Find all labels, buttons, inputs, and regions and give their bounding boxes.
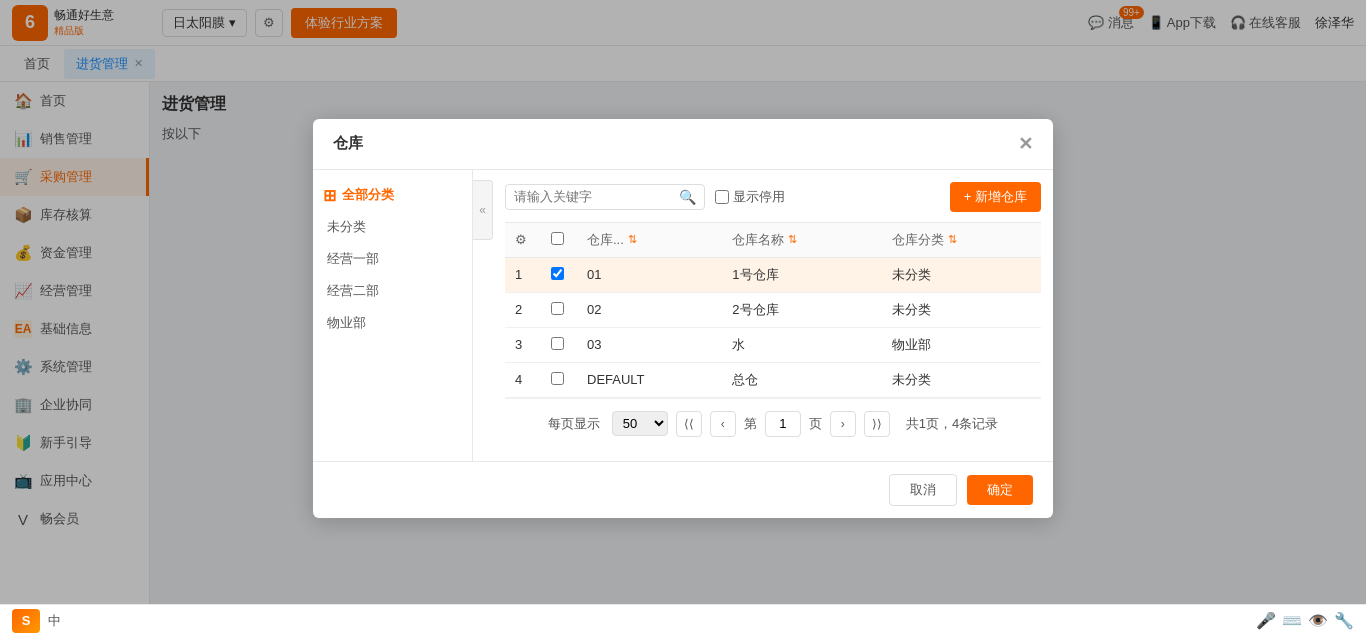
row-checkbox[interactable] [551, 302, 564, 315]
select-all-checkbox[interactable] [551, 232, 564, 245]
cell-category: 未分类 [882, 362, 1041, 397]
category-item-ops1[interactable]: 经营一部 [313, 243, 472, 275]
table-area: 🔍 显示停用 + 新增仓库 ⚙ [493, 170, 1053, 461]
tools-icon[interactable]: 🔧 [1334, 611, 1354, 630]
sort-code-icon: ⇅ [628, 233, 637, 246]
first-page-button[interactable]: ⟨⟨ [676, 411, 702, 437]
cell-code: 01 [577, 257, 722, 292]
table-toolbar: 🔍 显示停用 + 新增仓库 [505, 182, 1041, 212]
next-page-button[interactable]: › [830, 411, 856, 437]
modal-footer: 取消 确定 [313, 461, 1053, 518]
table-row[interactable]: 2 02 2号仓库 未分类 [505, 292, 1041, 327]
last-page-button[interactable]: ⟩⟩ [864, 411, 890, 437]
cell-name: 2号仓库 [722, 292, 881, 327]
keyboard-icon[interactable]: ⌨️ [1282, 611, 1302, 630]
row-checkbox[interactable] [551, 372, 564, 385]
cell-name: 总仓 [722, 362, 881, 397]
cell-checkbox [541, 292, 577, 327]
s-logo: S [12, 609, 40, 633]
search-icon: 🔍 [679, 189, 696, 205]
table-row[interactable]: 3 03 水 物业部 [505, 327, 1041, 362]
show-disabled-checkbox[interactable]: 显示停用 [715, 188, 785, 206]
col-category: 仓库分类 ⇅ [882, 222, 1041, 257]
cell-checkbox [541, 362, 577, 397]
col-settings: ⚙ [505, 222, 541, 257]
modal-title: 仓库 [333, 134, 363, 153]
col-code: 仓库... ⇅ [577, 222, 722, 257]
bottom-bar: S 中 🎤 ⌨️ 👁️ 🔧 [0, 604, 1366, 636]
cell-category: 物业部 [882, 327, 1041, 362]
table-row[interactable]: 1 01 1号仓库 未分类 [505, 257, 1041, 292]
modal-close-button[interactable]: ✕ [1018, 133, 1033, 155]
bottom-left: S 中 [12, 609, 61, 633]
cell-num: 3 [505, 327, 541, 362]
col-name: 仓库名称 ⇅ [722, 222, 881, 257]
row-checkbox[interactable] [551, 337, 564, 350]
cell-code: 02 [577, 292, 722, 327]
table-row[interactable]: 4 DEFAULT 总仓 未分类 [505, 362, 1041, 397]
table-header-row: ⚙ 仓库... ⇅ 仓库名称 ⇅ [505, 222, 1041, 257]
cell-checkbox [541, 257, 577, 292]
collapse-sidebar-button[interactable]: « [473, 180, 493, 240]
cell-code: DEFAULT [577, 362, 722, 397]
modal-header: 仓库 ✕ [313, 119, 1053, 170]
cell-num: 2 [505, 292, 541, 327]
warehouse-modal: 仓库 ✕ ⊞ 全部分类 未分类 经营一部 经营二部 物业部 « [313, 119, 1053, 518]
mic-icon[interactable]: 🎤 [1256, 611, 1276, 630]
search-input[interactable] [514, 189, 673, 204]
category-item-property[interactable]: 物业部 [313, 307, 472, 339]
category-sidebar: ⊞ 全部分类 未分类 经营一部 经营二部 物业部 [313, 170, 473, 461]
cell-name: 水 [722, 327, 881, 362]
warehouse-table: ⚙ 仓库... ⇅ 仓库名称 ⇅ [505, 222, 1041, 398]
cell-checkbox [541, 327, 577, 362]
bottom-zh-label: 中 [48, 612, 61, 630]
category-item-uncategorized[interactable]: 未分类 [313, 211, 472, 243]
cell-code: 03 [577, 327, 722, 362]
eye-icon[interactable]: 👁️ [1308, 611, 1328, 630]
bottom-right: 🎤 ⌨️ 👁️ 🔧 [1256, 611, 1354, 630]
cell-num: 4 [505, 362, 541, 397]
pagination: 每页显示 50 100 200 ⟨⟨ ‹ 第 页 › ⟩⟩ 共1页，4条记录 [505, 398, 1041, 449]
all-categories[interactable]: ⊞ 全部分类 [313, 180, 472, 211]
modal-overlay: 仓库 ✕ ⊞ 全部分类 未分类 经营一部 经营二部 物业部 « [0, 0, 1366, 636]
cell-num: 1 [505, 257, 541, 292]
category-item-ops2[interactable]: 经营二部 [313, 275, 472, 307]
cell-name: 1号仓库 [722, 257, 881, 292]
cell-category: 未分类 [882, 257, 1041, 292]
page-number-input[interactable] [765, 411, 801, 437]
table-body: 1 01 1号仓库 未分类 2 02 2号仓库 未分类 3 03 水 物业部 4… [505, 257, 1041, 397]
add-warehouse-button[interactable]: + 新增仓库 [950, 182, 1041, 212]
per-page-select[interactable]: 50 100 200 [612, 411, 668, 436]
sort-category-icon: ⇅ [948, 233, 957, 246]
grid-icon: ⊞ [323, 186, 336, 205]
modal-body: ⊞ 全部分类 未分类 经营一部 经营二部 物业部 « 🔍 [313, 170, 1053, 461]
prev-page-button[interactable]: ‹ [710, 411, 736, 437]
col-checkbox [541, 222, 577, 257]
confirm-button[interactable]: 确定 [967, 475, 1033, 505]
search-box: 🔍 [505, 184, 705, 210]
cell-category: 未分类 [882, 292, 1041, 327]
sort-name-icon: ⇅ [788, 233, 797, 246]
total-records: 共1页，4条记录 [906, 415, 998, 433]
row-checkbox[interactable] [551, 267, 564, 280]
cancel-button[interactable]: 取消 [889, 474, 957, 506]
